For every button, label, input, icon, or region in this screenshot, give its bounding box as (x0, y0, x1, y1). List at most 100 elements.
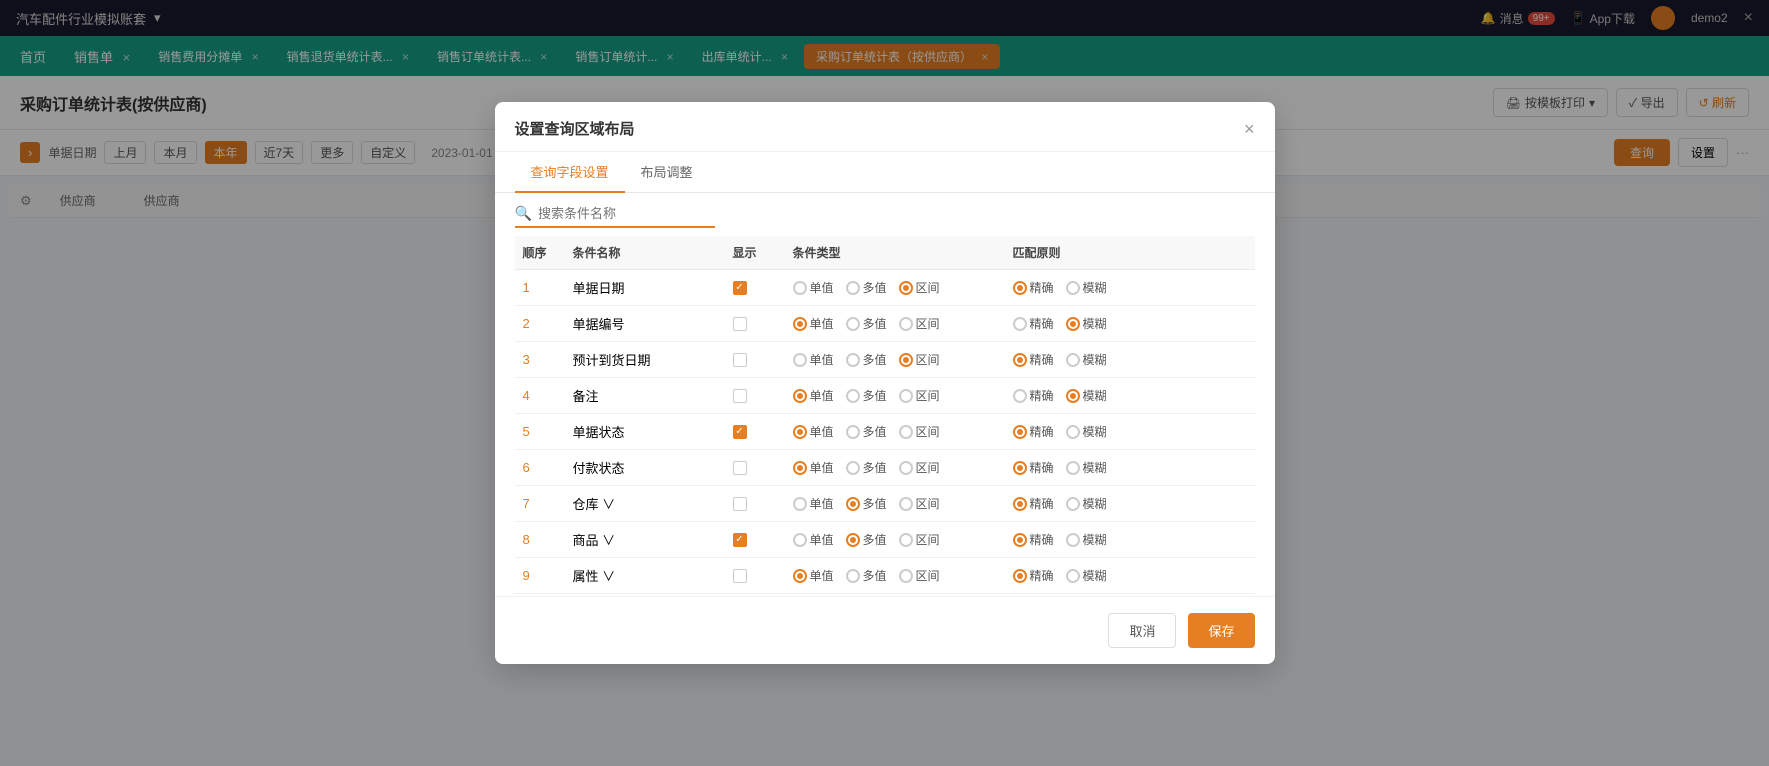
table-row: 4 备注 单值 多值 区间 精确 模糊 (515, 378, 1255, 414)
radio-single-5[interactable]: 单值 (793, 423, 834, 440)
dialog-header: 设置查询区域布局 × (495, 102, 1275, 152)
cell-match-2: 精确 模糊 (1005, 315, 1205, 332)
dialog-table: 顺序 条件名称 显示 条件类型 匹配原则 1 单据日期 ✓ 单值 多值 区间 (495, 236, 1275, 596)
radio-exact-1[interactable]: 精确 (1013, 279, 1054, 296)
radio-exact-9[interactable]: 精确 (1013, 567, 1054, 584)
radio-exact-6[interactable]: 精确 (1013, 459, 1054, 476)
radio-single-8[interactable]: 单值 (793, 531, 834, 548)
cell-display-1[interactable]: ✓ (725, 281, 785, 295)
radio-fuzzy-7[interactable]: 模糊 (1066, 495, 1107, 512)
cell-display-8[interactable]: ✓ (725, 533, 785, 547)
radio-range-9[interactable]: 区间 (899, 567, 940, 584)
checkbox-7[interactable] (733, 497, 747, 511)
cell-display-9[interactable] (725, 569, 785, 583)
cell-order-1: 1 (515, 280, 565, 295)
cell-order-2: 2 (515, 316, 565, 331)
radio-range-2[interactable]: 区间 (899, 315, 940, 332)
radio-multi-5[interactable]: 多值 (846, 423, 887, 440)
cell-name-4: 备注 (565, 386, 725, 405)
cell-display-7[interactable] (725, 497, 785, 511)
cell-type-8: 单值 多值 区间 (785, 531, 1005, 548)
radio-range-6[interactable]: 区间 (899, 459, 940, 476)
radio-single-2[interactable]: 单值 (793, 315, 834, 332)
checkbox-8[interactable]: ✓ (733, 533, 747, 547)
radio-fuzzy-2[interactable]: 模糊 (1066, 315, 1107, 332)
radio-group-type-1: 单值 多值 区间 (793, 279, 940, 296)
radio-fuzzy-1[interactable]: 模糊 (1066, 279, 1107, 296)
cell-order-7: 7 (515, 496, 565, 511)
radio-multi-6[interactable]: 多值 (846, 459, 887, 476)
cell-name-2: 单据编号 (565, 314, 725, 333)
dialog-title: 设置查询区域布局 (515, 118, 635, 139)
radio-range-3[interactable]: 区间 (899, 351, 940, 368)
radio-exact-4[interactable]: 精确 (1013, 387, 1054, 404)
cell-type-2: 单值 多值 区间 (785, 315, 1005, 332)
checkbox-6[interactable] (733, 461, 747, 475)
col-type: 条件类型 (785, 244, 1005, 261)
radio-group-type-3: 单值 多值 区间 (793, 351, 940, 368)
radio-single-7[interactable]: 单值 (793, 495, 834, 512)
radio-exact-3[interactable]: 精确 (1013, 351, 1054, 368)
cancel-button[interactable]: 取消 (1108, 613, 1176, 648)
radio-fuzzy-3[interactable]: 模糊 (1066, 351, 1107, 368)
table-row: 9 属性 ∨ 单值 多值 区间 精确 模糊 (515, 558, 1255, 594)
radio-single-3[interactable]: 单值 (793, 351, 834, 368)
cell-type-7: 单值 多值 区间 (785, 495, 1005, 512)
radio-group-match-9: 精确 模糊 (1013, 567, 1107, 584)
radio-multi-3[interactable]: 多值 (846, 351, 887, 368)
search-icon: 🔍 (515, 205, 532, 222)
search-input[interactable] (538, 206, 698, 221)
tab-query-fields[interactable]: 查询字段设置 (515, 152, 625, 193)
cell-type-9: 单值 多值 区间 (785, 567, 1005, 584)
radio-exact-2[interactable]: 精确 (1013, 315, 1054, 332)
cell-type-4: 单值 多值 区间 (785, 387, 1005, 404)
cell-order-8: 8 (515, 532, 565, 547)
radio-fuzzy-9[interactable]: 模糊 (1066, 567, 1107, 584)
radio-group-type-7: 单值 多值 区间 (793, 495, 940, 512)
cell-name-9: 属性 ∨ (565, 566, 725, 585)
cell-display-2[interactable] (725, 317, 785, 331)
checkbox-5[interactable]: ✓ (733, 425, 747, 439)
radio-single-4[interactable]: 单值 (793, 387, 834, 404)
radio-fuzzy-6[interactable]: 模糊 (1066, 459, 1107, 476)
radio-fuzzy-8[interactable]: 模糊 (1066, 531, 1107, 548)
radio-fuzzy-4[interactable]: 模糊 (1066, 387, 1107, 404)
radio-exact-8[interactable]: 精确 (1013, 531, 1054, 548)
radio-single-9[interactable]: 单值 (793, 567, 834, 584)
cell-display-6[interactable] (725, 461, 785, 475)
table-row: 6 付款状态 单值 多值 区间 精确 模糊 (515, 450, 1255, 486)
cell-order-3: 3 (515, 352, 565, 367)
radio-single-6[interactable]: 单值 (793, 459, 834, 476)
radio-exact-5[interactable]: 精确 (1013, 423, 1054, 440)
radio-single-1[interactable]: 单值 (793, 279, 834, 296)
radio-multi-2[interactable]: 多值 (846, 315, 887, 332)
cell-display-4[interactable] (725, 389, 785, 403)
radio-range-5[interactable]: 区间 (899, 423, 940, 440)
radio-exact-7[interactable]: 精确 (1013, 495, 1054, 512)
radio-fuzzy-5[interactable]: 模糊 (1066, 423, 1107, 440)
cell-display-5[interactable]: ✓ (725, 425, 785, 439)
cell-match-3: 精确 模糊 (1005, 351, 1205, 368)
radio-range-1[interactable]: 区间 (899, 279, 940, 296)
save-button[interactable]: 保存 (1188, 613, 1254, 648)
table-header: 顺序 条件名称 显示 条件类型 匹配原则 (515, 236, 1255, 270)
checkbox-2[interactable] (733, 317, 747, 331)
cell-display-3[interactable] (725, 353, 785, 367)
radio-group-match-5: 精确 模糊 (1013, 423, 1107, 440)
cell-match-6: 精确 模糊 (1005, 459, 1205, 476)
radio-multi-8[interactable]: 多值 (846, 531, 887, 548)
checkbox-9[interactable] (733, 569, 747, 583)
tab-layout[interactable]: 布局调整 (625, 152, 709, 193)
dialog-close-btn[interactable]: × (1244, 120, 1255, 138)
radio-range-7[interactable]: 区间 (899, 495, 940, 512)
cell-match-8: 精确 模糊 (1005, 531, 1205, 548)
radio-multi-9[interactable]: 多值 (846, 567, 887, 584)
checkbox-1[interactable]: ✓ (733, 281, 747, 295)
radio-multi-4[interactable]: 多值 (846, 387, 887, 404)
checkbox-4[interactable] (733, 389, 747, 403)
radio-range-8[interactable]: 区间 (899, 531, 940, 548)
radio-range-4[interactable]: 区间 (899, 387, 940, 404)
checkbox-3[interactable] (733, 353, 747, 367)
radio-multi-7[interactable]: 多值 (846, 495, 887, 512)
radio-multi-1[interactable]: 多值 (846, 279, 887, 296)
